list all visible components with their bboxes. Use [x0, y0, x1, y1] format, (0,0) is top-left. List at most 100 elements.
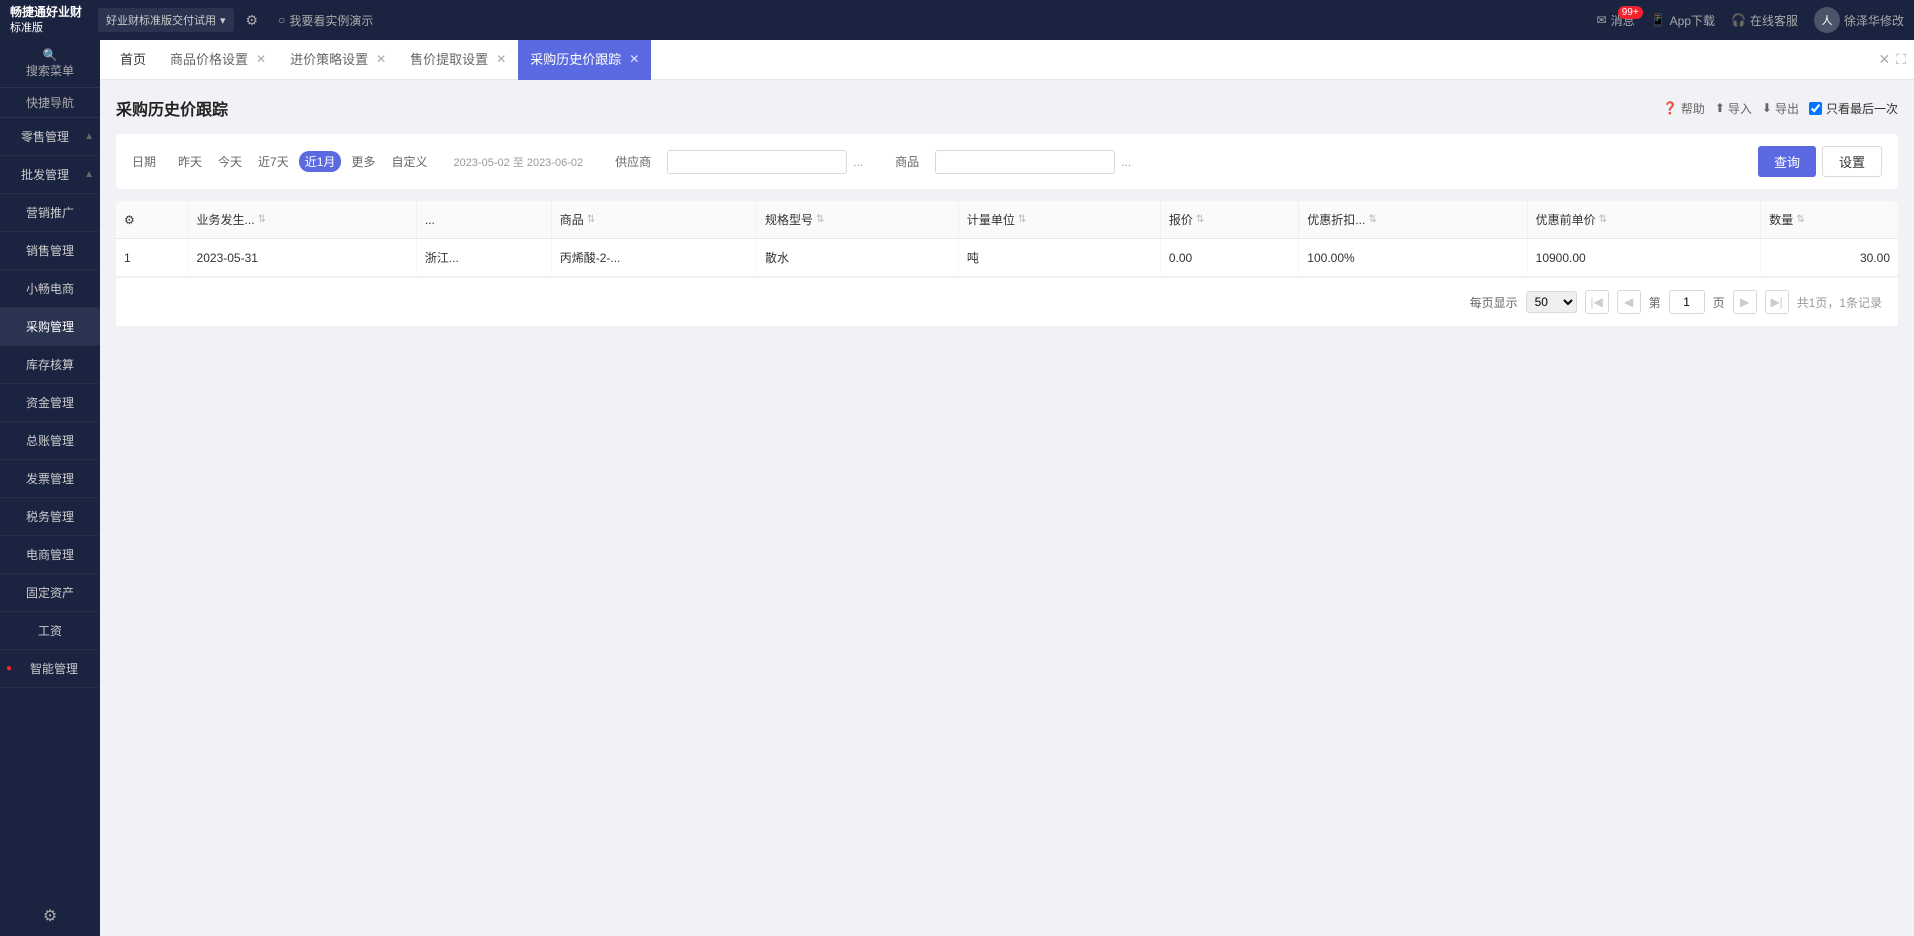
app-logo: 畅捷通好业财 标准版: [10, 5, 82, 35]
table-header: ⚙业务发生...⇅...商品⇅规格型号⇅计量单位⇅报价⇅优惠折扣...⇅优惠前单…: [116, 201, 1898, 239]
date-filter-btn[interactable]: 自定义: [385, 151, 433, 172]
sort-icon: ⇅: [1196, 214, 1204, 225]
sidebar-item-assets[interactable]: 固定资产: [0, 574, 100, 612]
avatar: 人: [1814, 7, 1840, 33]
th-more: ...: [416, 201, 551, 239]
table-body: 1 2023-05-31 浙江... 丙烯酸-2-... 散水 吨 0.00 1…: [116, 239, 1898, 277]
online-service-btn[interactable]: 🎧 在线客服: [1731, 12, 1798, 29]
messages-btn[interactable]: ✉ 消息 99+: [1597, 12, 1635, 29]
page-header: 采购历史价跟踪 ❓ 帮助 ⬆ 导入 ⬇ 导出: [116, 96, 1898, 120]
supplier-more-btn[interactable]: ...: [853, 155, 863, 169]
sidebar-item-tax[interactable]: 税务管理: [0, 498, 100, 536]
tab-strategy[interactable]: 进价策略设置✕: [278, 40, 398, 80]
pagination-info: 共1页，1条记录: [1797, 294, 1882, 311]
th-quantity[interactable]: 数量⇅: [1761, 201, 1898, 239]
sidebar-item-marketing[interactable]: 营销推广: [0, 194, 100, 232]
th-discount[interactable]: 优惠折扣...⇅: [1299, 201, 1527, 239]
query-btn[interactable]: 查询: [1758, 146, 1816, 177]
export-btn[interactable]: ⬇ 导出: [1762, 100, 1799, 117]
supplier-input[interactable]: [667, 150, 847, 174]
sidebar-item-wholesale[interactable]: 批发管理▲: [0, 156, 100, 194]
sidebar-item-label: 总账管理: [6, 432, 94, 449]
data-table: ⚙业务发生...⇅...商品⇅规格型号⇅计量单位⇅报价⇅优惠折扣...⇅优惠前单…: [116, 201, 1898, 277]
arrow-icon: ▲: [84, 169, 94, 180]
sidebar-item-smart[interactable]: ●智能管理: [0, 650, 100, 688]
tab-close-icon[interactable]: ✕: [629, 52, 639, 66]
close-tab-icon[interactable]: ✕: [1878, 51, 1890, 68]
tab-sale_price[interactable]: 售价提取设置✕: [398, 40, 518, 80]
cell-spec: 散水: [756, 239, 958, 277]
cell-index: 1: [116, 239, 188, 277]
date-filter-btn[interactable]: 近7天: [252, 151, 295, 172]
gear-icon[interactable]: ⚙: [124, 213, 135, 227]
date-filter-btn[interactable]: 近1月: [299, 151, 342, 172]
sidebar-item-finance[interactable]: 资金管理: [0, 384, 100, 422]
goods-more-btn[interactable]: ...: [1121, 155, 1131, 169]
page-unit: 页: [1713, 294, 1725, 311]
only-last-checkbox[interactable]: [1809, 102, 1822, 115]
more-icon[interactable]: ...: [425, 213, 435, 227]
prev-page-btn[interactable]: ◀: [1617, 290, 1641, 314]
sidebar-quicknav[interactable]: 快捷导航: [0, 88, 100, 118]
th-gear[interactable]: ⚙: [116, 201, 188, 239]
th-spec[interactable]: 规格型号⇅: [756, 201, 958, 239]
table-container: ⚙业务发生...⇅...商品⇅规格型号⇅计量单位⇅报价⇅优惠折扣...⇅优惠前单…: [116, 201, 1898, 277]
import-btn[interactable]: ⬆ 导入: [1715, 100, 1752, 117]
sidebar-item-label: 税务管理: [6, 508, 94, 525]
sort-icon: ⇅: [816, 214, 824, 225]
sort-icon: ⇅: [1368, 214, 1376, 225]
goods-input[interactable]: [935, 150, 1115, 174]
export-icon: ⬇: [1762, 101, 1772, 115]
sidebar-item-ecommerce_small[interactable]: 小畅电商: [0, 270, 100, 308]
settings-btn[interactable]: 设置: [1822, 146, 1882, 177]
first-page-btn[interactable]: |◀: [1585, 290, 1609, 314]
page-label: 第: [1649, 294, 1661, 311]
goods-input-group: ...: [935, 150, 1131, 174]
next-page-btn[interactable]: ▶: [1733, 290, 1757, 314]
tab-history_price[interactable]: 采购历史价跟踪✕: [518, 40, 651, 80]
sidebar-search[interactable]: 🔍 搜索菜单: [0, 40, 100, 88]
last-page-btn[interactable]: ▶|: [1765, 290, 1789, 314]
sidebar-item-payroll[interactable]: 工资: [0, 612, 100, 650]
settings-icon[interactable]: ⚙: [242, 8, 263, 33]
user-menu-btn[interactable]: 人 徐泽华修改: [1814, 7, 1904, 33]
col-label: 业务发生...: [197, 211, 255, 228]
sidebar-item-sales[interactable]: 销售管理: [0, 232, 100, 270]
sidebar-gear-icon[interactable]: ⚙: [0, 896, 100, 936]
tabbar: 首页商品价格设置✕进价策略设置✕售价提取设置✕采购历史价跟踪✕ ✕ ⛶: [100, 40, 1914, 80]
th-pre_discount_price[interactable]: 优惠前单价⇅: [1527, 201, 1761, 239]
per-page-select[interactable]: 50 20 100: [1526, 291, 1577, 313]
date-label: 日期: [132, 153, 156, 170]
date-filter-btn[interactable]: 今天: [212, 151, 248, 172]
sidebar-item-retail[interactable]: 零售管理▲: [0, 118, 100, 156]
sidebar-item-inventory[interactable]: 库存核算: [0, 346, 100, 384]
sidebar-item-label: 发票管理: [6, 470, 94, 487]
sidebar-item-ecommerce[interactable]: 电商管理: [0, 536, 100, 574]
sidebar-item-label: 营销推广: [6, 204, 94, 221]
goods-label: 商品: [895, 153, 919, 170]
supplier-label: 供应商: [615, 153, 651, 170]
expand-icon[interactable]: ⛶: [1896, 51, 1906, 68]
col-label: 商品: [560, 211, 584, 228]
sidebar-item-general_ledger[interactable]: 总账管理: [0, 422, 100, 460]
tabs-container: 首页商品价格设置✕进价策略设置✕售价提取设置✕采购历史价跟踪✕: [108, 40, 1878, 80]
tab-close-icon[interactable]: ✕: [376, 52, 386, 66]
tab-price[interactable]: 商品价格设置✕: [158, 40, 278, 80]
sidebar-item-invoice[interactable]: 发票管理: [0, 460, 100, 498]
th-unit[interactable]: 计量单位⇅: [958, 201, 1160, 239]
demo-link[interactable]: ○ 我要看实例演示: [278, 12, 373, 29]
tab-close-icon[interactable]: ✕: [256, 52, 266, 66]
th-goods[interactable]: 商品⇅: [551, 201, 756, 239]
help-btn[interactable]: ❓ 帮助: [1663, 100, 1705, 117]
th-quote[interactable]: 报价⇅: [1160, 201, 1298, 239]
page-input[interactable]: [1669, 290, 1705, 314]
pagination: 每页显示 50 20 100 |◀ ◀ 第 页 ▶ ▶| 共1页，1条记录: [116, 277, 1898, 326]
th-date[interactable]: 业务发生...⇅: [188, 201, 416, 239]
date-filter-btn[interactable]: 昨天: [172, 151, 208, 172]
date-filter-btn[interactable]: 更多: [345, 151, 381, 172]
app-download-btn[interactable]: 📱 App下载: [1651, 12, 1715, 29]
tab-close-icon[interactable]: ✕: [496, 52, 506, 66]
sidebar-item-purchase[interactable]: 采购管理: [0, 308, 100, 346]
tab-home[interactable]: 首页: [108, 40, 158, 80]
version-selector[interactable]: 好业财标准版交付试用 ▾: [98, 8, 234, 32]
